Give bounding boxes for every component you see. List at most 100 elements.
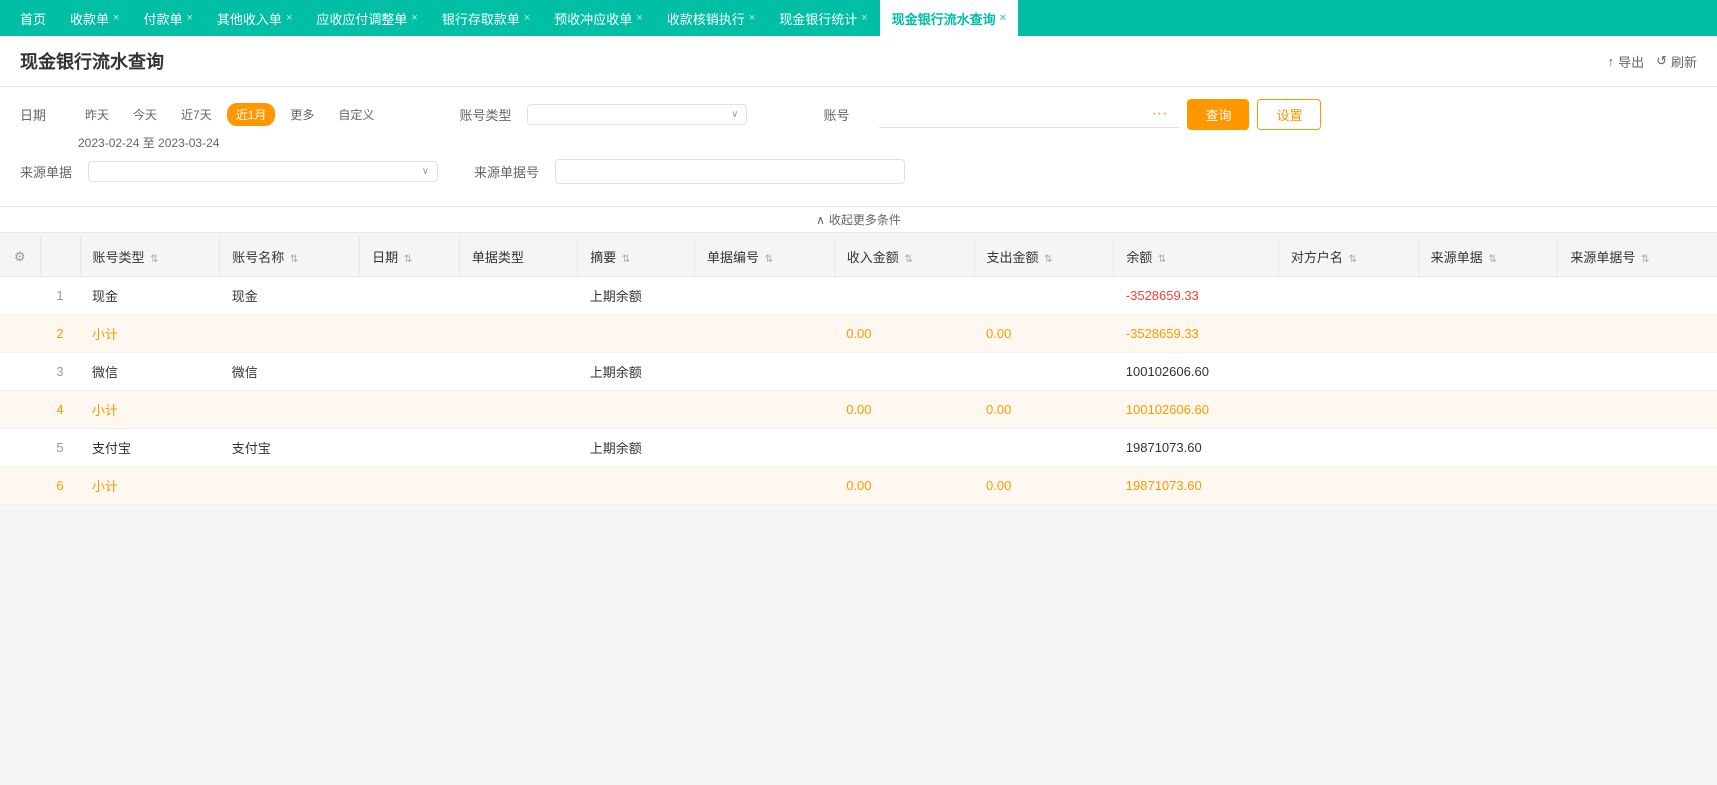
sort-icon: ⇅	[404, 254, 412, 265]
nav-item-adjustment[interactable]: 应收应付调整单 ×	[304, 0, 429, 36]
refresh-icon: ↺	[1656, 53, 1667, 69]
collapse-bar[interactable]: ∧ 收起更多条件	[0, 207, 1717, 233]
date-btn-1month[interactable]: 近1月	[227, 103, 276, 126]
close-icon[interactable]: ×	[286, 12, 292, 24]
col-settings[interactable]: ⚙	[0, 237, 40, 277]
row-expense: 0.00	[974, 391, 1114, 429]
row-doc-no	[694, 391, 834, 429]
col-date[interactable]: 日期 ⇅	[360, 237, 460, 277]
col-doc-type: 单据类型	[459, 237, 577, 277]
filter-row-date: 日期 昨天 今天 近7天 近1月 更多 自定义 账号类型 ∨ 账号 ··· 查询…	[20, 99, 1697, 130]
account-input[interactable]: ···	[879, 101, 1179, 128]
source-doc-select[interactable]: ∨	[88, 161, 438, 182]
filter-row-source: 来源单据 ∨ 来源单据号	[20, 159, 1697, 184]
col-account-type[interactable]: 账号类型 ⇅	[80, 237, 220, 277]
close-icon[interactable]: ×	[524, 12, 530, 24]
row-source-doc	[1418, 315, 1558, 353]
date-btn-7days[interactable]: 近7天	[172, 103, 221, 126]
gear-icon[interactable]: ⚙	[14, 249, 26, 264]
nav-item-advance[interactable]: 预收冲应收单 ×	[542, 0, 654, 36]
header-actions: ↑ 导出 ↺ 刷新	[1608, 52, 1697, 71]
row-doc-no	[694, 429, 834, 467]
close-icon[interactable]: ×	[411, 12, 417, 24]
query-button[interactable]: 查询	[1187, 99, 1249, 130]
table-body: 1 现金 现金 上期余额 -3528659.33 2 小计 0.00 0.00 …	[0, 277, 1717, 505]
nav-item-payment[interactable]: 付款单 ×	[131, 0, 204, 36]
date-btn-yesterday[interactable]: 昨天	[76, 103, 118, 126]
close-icon[interactable]: ×	[861, 12, 867, 24]
close-icon[interactable]: ×	[1000, 12, 1006, 24]
row-doc-type	[459, 277, 577, 315]
account-type-select[interactable]: ∨	[527, 104, 747, 125]
row-date	[360, 315, 460, 353]
row-expense	[974, 429, 1114, 467]
sort-icon: ⇅	[1348, 254, 1356, 265]
date-btn-today[interactable]: 今天	[124, 103, 166, 126]
row-source-doc-no	[1558, 353, 1717, 391]
col-balance[interactable]: 余额 ⇅	[1114, 237, 1279, 277]
row-num: 5	[40, 429, 80, 467]
col-expense[interactable]: 支出金额 ⇅	[974, 237, 1114, 277]
row-balance: 19871073.60	[1114, 467, 1279, 505]
row-doc-type	[459, 315, 577, 353]
row-num: 1	[40, 277, 80, 315]
row-income: 0.00	[834, 467, 974, 505]
dots-icon[interactable]: ···	[1151, 105, 1167, 123]
row-summary: 上期余额	[578, 277, 695, 315]
row-account-name: 支付宝	[220, 429, 360, 467]
row-settings-cell	[0, 467, 40, 505]
row-doc-no	[694, 277, 834, 315]
col-income[interactable]: 收入金额 ⇅	[834, 237, 974, 277]
col-counterpart[interactable]: 对方户名 ⇅	[1278, 237, 1418, 277]
nav-item-verify[interactable]: 收款核销执行 ×	[655, 0, 767, 36]
nav-item-flow-query[interactable]: 现金银行流水查询 ×	[880, 0, 1018, 36]
col-account-name[interactable]: 账号名称 ⇅	[220, 237, 360, 277]
date-btn-custom[interactable]: 自定义	[329, 103, 383, 126]
row-account-name	[220, 391, 360, 429]
col-source-doc[interactable]: 来源单据 ⇅	[1418, 237, 1558, 277]
row-doc-type	[459, 429, 577, 467]
source-doc-label: 来源单据	[20, 162, 72, 181]
close-icon[interactable]: ×	[113, 12, 119, 24]
top-navigation: 首页 收款单 × 付款单 × 其他收入单 × 应收应付调整单 × 银行存取款单 …	[0, 0, 1717, 36]
date-btn-more[interactable]: 更多	[281, 103, 323, 126]
row-num: 3	[40, 353, 80, 391]
row-date	[360, 391, 460, 429]
row-account-type: 现金	[80, 277, 220, 315]
row-summary	[578, 315, 695, 353]
row-doc-type	[459, 391, 577, 429]
row-source-doc-no	[1558, 277, 1717, 315]
row-source-doc-no	[1558, 391, 1717, 429]
source-doc-no-input[interactable]	[555, 159, 905, 184]
sort-icon: ⇅	[1158, 254, 1166, 265]
nav-item-bank-deposit[interactable]: 银行存取款单 ×	[430, 0, 542, 36]
nav-item-home[interactable]: 首页	[8, 0, 58, 36]
row-counterpart	[1278, 467, 1418, 505]
nav-item-stats[interactable]: 现金银行统计 ×	[767, 0, 879, 36]
col-source-doc-no[interactable]: 来源单据号 ⇅	[1558, 237, 1717, 277]
row-settings-cell	[0, 315, 40, 353]
settings-button[interactable]: 设置	[1257, 99, 1321, 130]
date-range-text: 2023-02-24 至 2023-03-24	[78, 136, 219, 150]
close-icon[interactable]: ×	[749, 12, 755, 24]
nav-item-other-income[interactable]: 其他收入单 ×	[205, 0, 304, 36]
row-date	[360, 467, 460, 505]
row-num: 2	[40, 315, 80, 353]
nav-item-receipt[interactable]: 收款单 ×	[58, 0, 131, 36]
row-account-type: 支付宝	[80, 429, 220, 467]
row-account-name: 微信	[220, 353, 360, 391]
filter-area: 日期 昨天 今天 近7天 近1月 更多 自定义 账号类型 ∨ 账号 ··· 查询…	[0, 87, 1717, 207]
row-settings-cell	[0, 429, 40, 467]
row-income	[834, 353, 974, 391]
export-button[interactable]: ↑ 导出	[1608, 52, 1645, 71]
row-counterpart	[1278, 315, 1418, 353]
row-source-doc	[1418, 391, 1558, 429]
col-doc-no[interactable]: 单据编号 ⇅	[694, 237, 834, 277]
row-expense	[974, 353, 1114, 391]
close-icon[interactable]: ×	[636, 12, 642, 24]
row-income: 0.00	[834, 315, 974, 353]
row-counterpart	[1278, 353, 1418, 391]
close-icon[interactable]: ×	[186, 12, 192, 24]
col-summary[interactable]: 摘要 ⇅	[578, 237, 695, 277]
refresh-button[interactable]: ↺ 刷新	[1656, 52, 1697, 71]
